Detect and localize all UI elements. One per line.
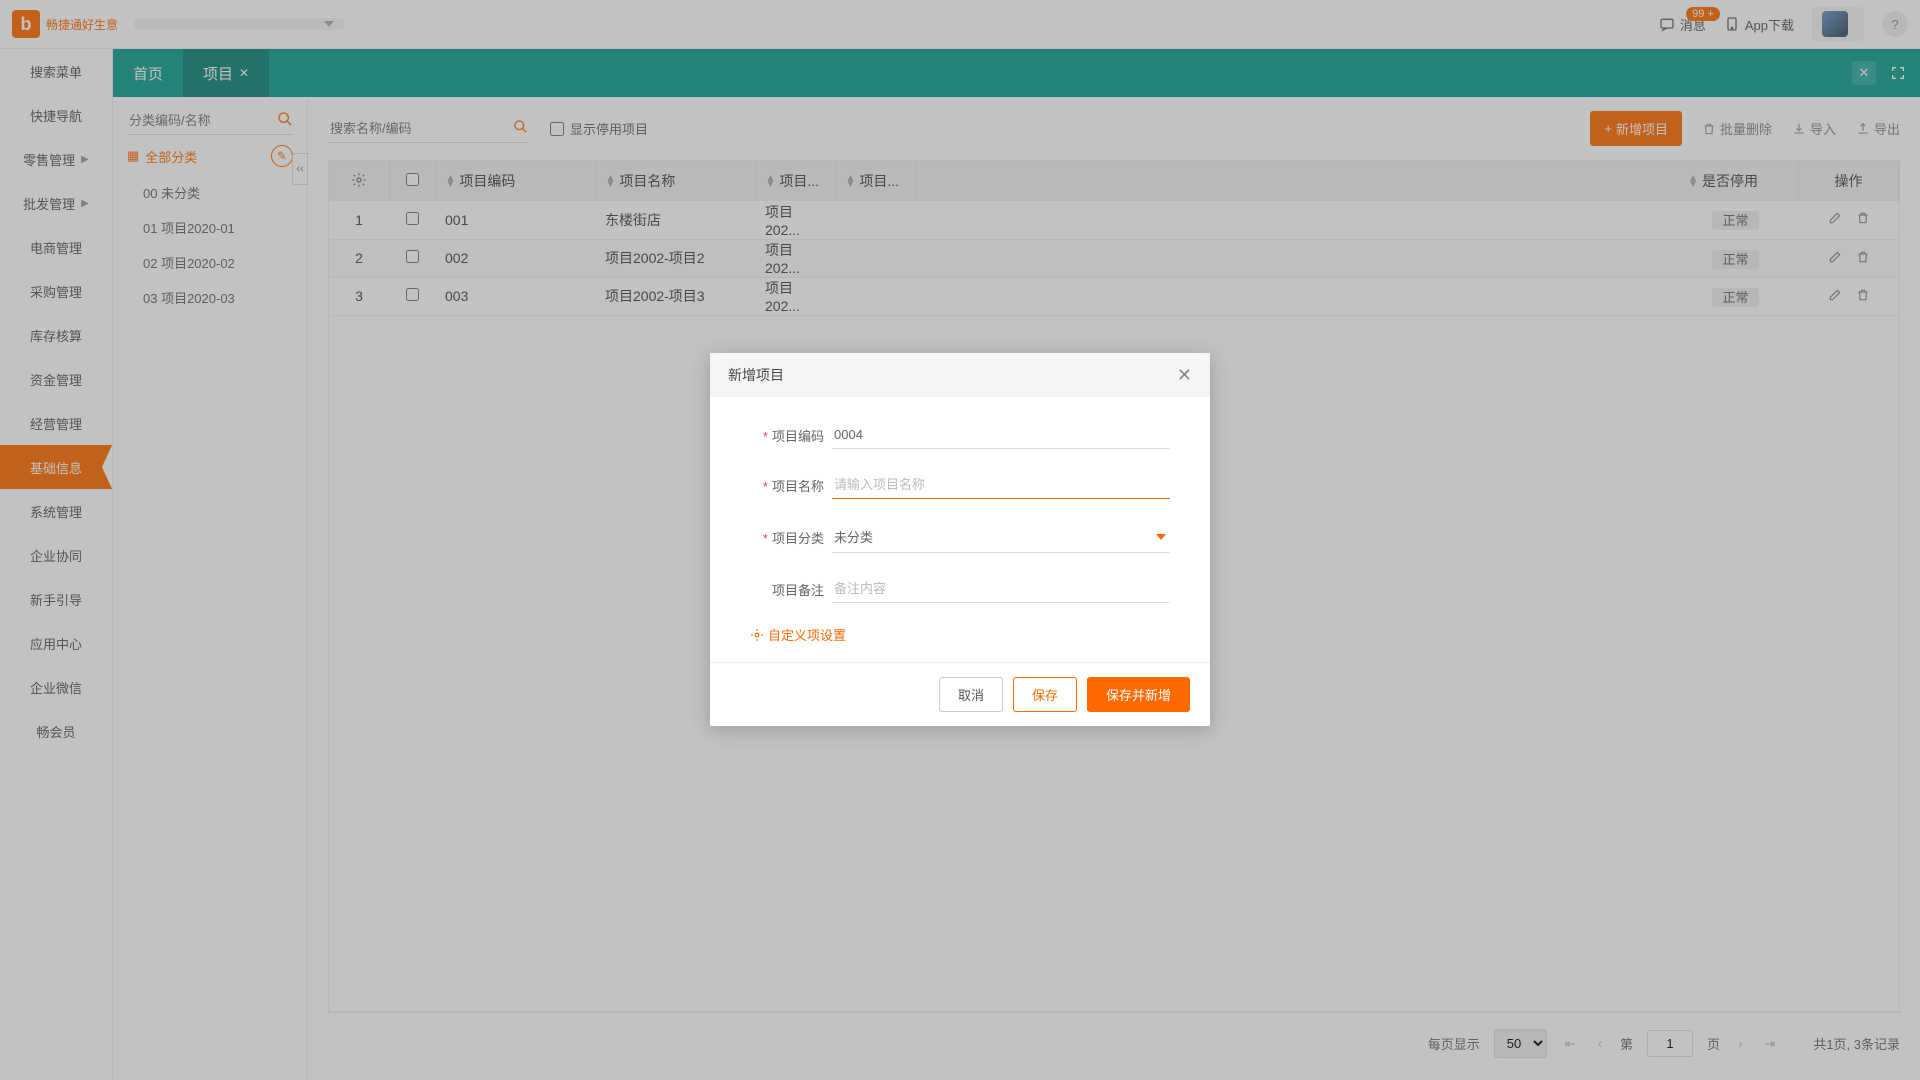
- save-button[interactable]: 保存: [1013, 677, 1077, 712]
- save-and-add-button[interactable]: 保存并新增: [1087, 677, 1190, 712]
- field-name-input[interactable]: [832, 471, 1170, 499]
- cancel-button[interactable]: 取消: [939, 677, 1003, 712]
- field-category-select[interactable]: 未分类: [832, 521, 1170, 553]
- modal-close-button[interactable]: ✕: [1177, 365, 1192, 386]
- custom-fields-link[interactable]: 自定义项设置: [750, 625, 1170, 644]
- field-name-label: 项目名称: [772, 479, 824, 494]
- custom-fields-label: 自定义项设置: [768, 625, 846, 644]
- field-note-input[interactable]: [832, 575, 1170, 603]
- field-note-label: 项目备注: [772, 583, 824, 598]
- field-category-label: 项目分类: [772, 531, 824, 546]
- modal-title: 新增项目: [728, 365, 784, 385]
- modal-header: 新增项目 ✕: [710, 353, 1210, 397]
- add-project-modal: 新增项目 ✕ *项目编码 *项目名称 *项目分类 未分类 项目备注 自定义项设置…: [710, 353, 1210, 726]
- field-code-input[interactable]: [832, 421, 1170, 449]
- field-code-label: 项目编码: [772, 429, 824, 444]
- gear-icon: [750, 628, 764, 642]
